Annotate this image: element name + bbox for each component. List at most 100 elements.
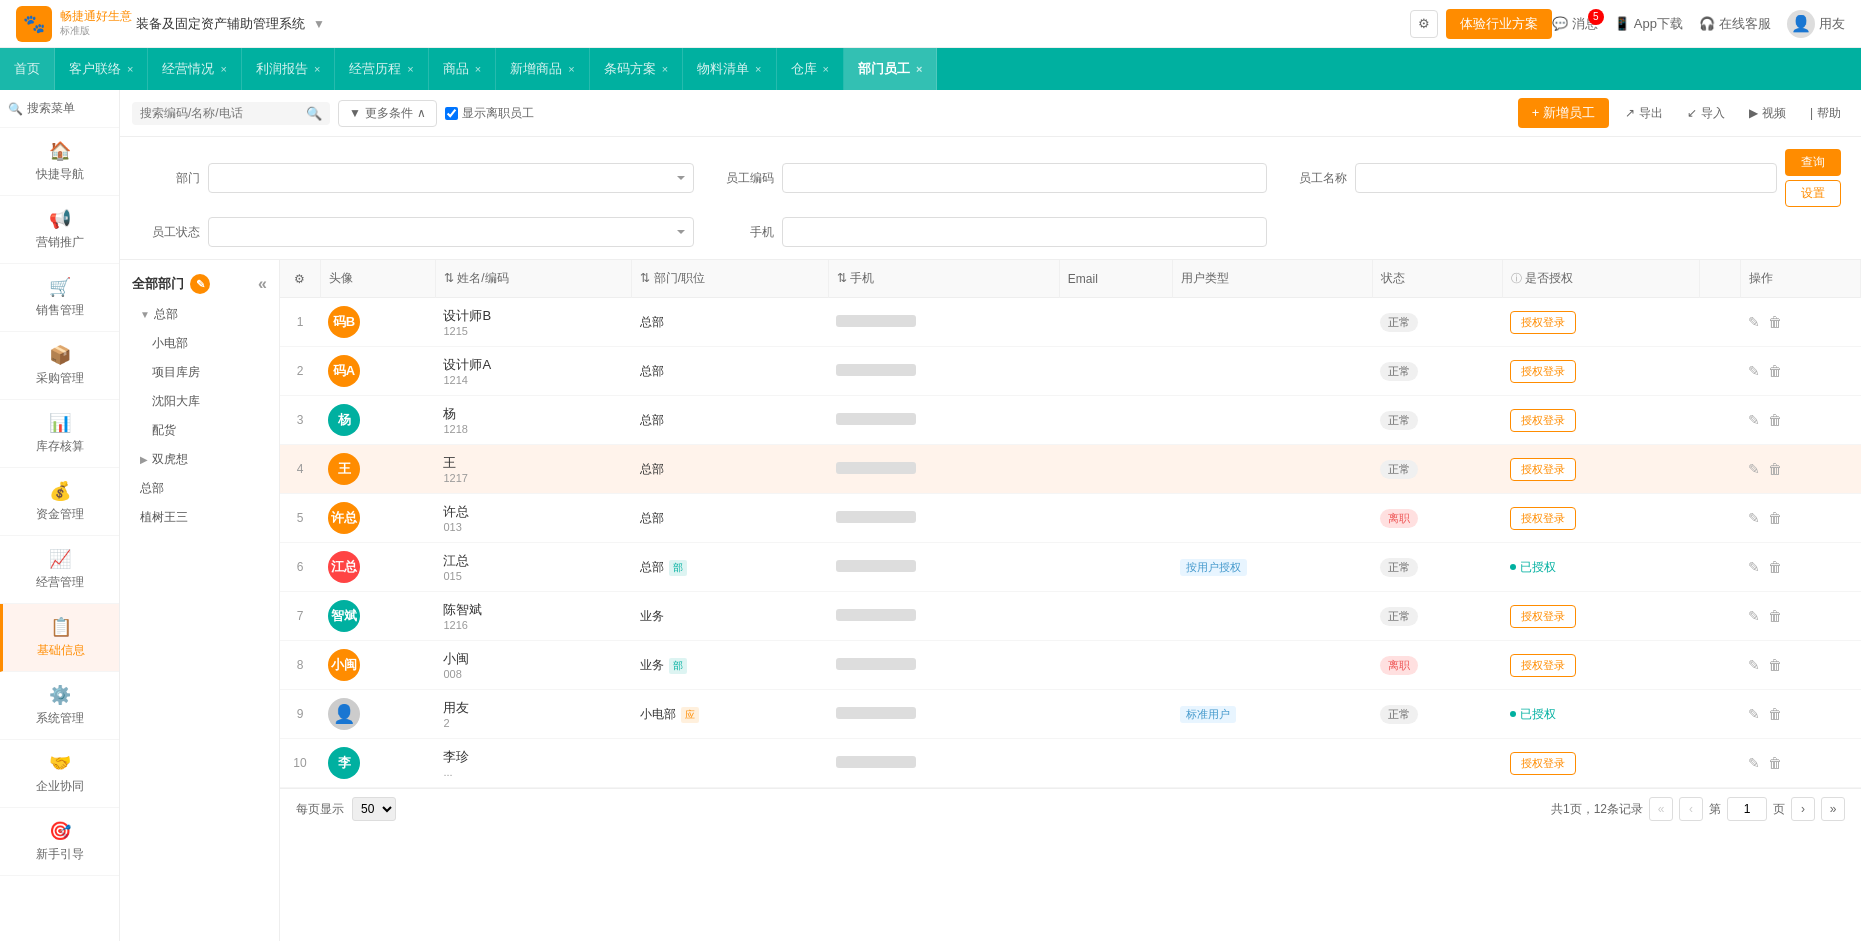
sidebar-item-inventory[interactable]: 📊 库存核算 xyxy=(0,400,119,468)
empstatus-select[interactable] xyxy=(208,217,694,247)
delete-icon[interactable]: 🗑 xyxy=(1768,608,1782,624)
tab-bom[interactable]: 物料清单× xyxy=(683,48,776,90)
sidebar-item-guide[interactable]: 🎯 新手引导 xyxy=(0,808,119,876)
edit-icon[interactable]: ✎ xyxy=(1748,461,1760,477)
tab-department[interactable]: 部门员工× xyxy=(844,48,937,90)
show-resigned-checkbox[interactable]: 显示离职员工 xyxy=(445,105,534,122)
gear-button[interactable]: ⚙ xyxy=(1410,10,1438,38)
per-page-select[interactable]: 50 xyxy=(352,797,396,821)
first-page-btn[interactable]: « xyxy=(1649,797,1673,821)
system-dropdown-arrow[interactable]: ▼ xyxy=(313,17,325,31)
delete-icon[interactable]: 🗑 xyxy=(1768,755,1782,771)
edit-icon[interactable]: ✎ xyxy=(1748,363,1760,379)
prev-page-btn[interactable]: ‹ xyxy=(1679,797,1703,821)
sidebar-item-collab[interactable]: 🤝 企业协同 xyxy=(0,740,119,808)
auth-button[interactable]: 授权登录 xyxy=(1510,605,1576,628)
col-name[interactable]: ⇅ 姓名/编码 xyxy=(435,260,631,298)
sidebar-item-marketing[interactable]: 📢 营销推广 xyxy=(0,196,119,264)
col-settings[interactable]: ⚙ xyxy=(280,260,320,298)
tab-add-goods[interactable]: 新增商品× xyxy=(496,48,589,90)
close-icon[interactable]: × xyxy=(755,63,761,75)
tab-history[interactable]: 经营历程× xyxy=(335,48,428,90)
tab-goods[interactable]: 商品× xyxy=(429,48,496,90)
close-icon[interactable]: × xyxy=(568,63,574,75)
delete-icon[interactable]: 🗑 xyxy=(1768,510,1782,526)
dept-item-distribution[interactable]: 配货 xyxy=(120,416,279,445)
help-btn[interactable]: | 帮助 xyxy=(1802,101,1849,126)
tab-operation[interactable]: 经营情况× xyxy=(148,48,241,90)
search-input[interactable] xyxy=(140,106,300,120)
edit-icon[interactable]: ✎ xyxy=(1748,559,1760,575)
close-icon[interactable]: × xyxy=(916,63,922,75)
user-area[interactable]: 👤 用友 xyxy=(1787,10,1845,38)
dept-item-zongbu[interactable]: 总部 xyxy=(120,474,279,503)
close-icon[interactable]: × xyxy=(823,63,829,75)
add-employee-button[interactable]: + 新增员工 xyxy=(1518,98,1609,128)
import-btn[interactable]: ↙ 导入 xyxy=(1679,101,1733,126)
edit-icon[interactable]: ✎ xyxy=(1748,510,1760,526)
empcode-input[interactable] xyxy=(782,163,1268,193)
delete-icon[interactable]: 🗑 xyxy=(1768,559,1782,575)
edit-icon[interactable]: ✎ xyxy=(1748,314,1760,330)
sidebar-search[interactable]: 🔍 搜索菜单 xyxy=(0,90,119,128)
auth-button[interactable]: 授权登录 xyxy=(1510,507,1576,530)
delete-icon[interactable]: 🗑 xyxy=(1768,314,1782,330)
tab-home[interactable]: 首页 xyxy=(0,48,55,90)
auth-button[interactable]: 授权登录 xyxy=(1510,752,1576,775)
dept-select[interactable] xyxy=(208,163,694,193)
edit-icon[interactable]: ✎ xyxy=(1748,608,1760,624)
col-phone[interactable]: ⇅ 手机 xyxy=(828,260,1059,298)
setting-button[interactable]: 设置 xyxy=(1785,180,1841,207)
sidebar-item-system[interactable]: ⚙️ 系统管理 xyxy=(0,672,119,740)
sidebar-item-quicknav[interactable]: 🏠 快捷导航 xyxy=(0,128,119,196)
export-btn[interactable]: ↗ 导出 xyxy=(1617,101,1671,126)
sidebar-item-purchase[interactable]: 📦 采购管理 xyxy=(0,332,119,400)
dept-item-shuanghu[interactable]: ▶ 双虎想 xyxy=(120,445,279,474)
empname-input[interactable] xyxy=(1355,163,1777,193)
delete-icon[interactable]: 🗑 xyxy=(1768,363,1782,379)
phone-input[interactable] xyxy=(782,217,1268,247)
auth-button[interactable]: 授权登录 xyxy=(1510,458,1576,481)
delete-icon[interactable]: 🗑 xyxy=(1768,461,1782,477)
online-service-btn[interactable]: 🎧 在线客服 xyxy=(1699,15,1771,33)
dept-item-xiaodiandu[interactable]: 小电部 xyxy=(120,329,279,358)
tab-warehouse[interactable]: 仓库× xyxy=(777,48,844,90)
last-page-btn[interactable]: » xyxy=(1821,797,1845,821)
auth-button[interactable]: 授权登录 xyxy=(1510,311,1576,334)
dept-all-label[interactable]: 全部部门 xyxy=(132,275,184,293)
close-icon[interactable]: × xyxy=(127,63,133,75)
delete-icon[interactable]: 🗑 xyxy=(1768,706,1782,722)
dept-item-headquarters-parent[interactable]: ▼ 总部 xyxy=(120,300,279,329)
close-icon[interactable]: × xyxy=(314,63,320,75)
tab-barcode[interactable]: 条码方案× xyxy=(590,48,683,90)
close-icon[interactable]: × xyxy=(407,63,413,75)
edit-icon[interactable]: ✎ xyxy=(1748,412,1760,428)
edit-icon[interactable]: ✎ xyxy=(1748,706,1760,722)
close-icon[interactable]: × xyxy=(220,63,226,75)
view-btn[interactable]: ▶ 视频 xyxy=(1741,101,1794,126)
app-download-btn[interactable]: 📱 App下载 xyxy=(1614,15,1683,33)
collapse-btn[interactable]: « xyxy=(258,275,267,293)
filter-more-btn[interactable]: ▼ 更多条件 ∧ xyxy=(338,100,437,127)
auth-button[interactable]: 授权登录 xyxy=(1510,360,1576,383)
sidebar-item-sales[interactable]: 🛒 销售管理 xyxy=(0,264,119,332)
auth-button[interactable]: 授权登录 xyxy=(1510,409,1576,432)
page-input[interactable] xyxy=(1727,797,1767,821)
try-btn[interactable]: 体验行业方案 xyxy=(1446,9,1552,39)
sidebar-item-finance[interactable]: 💰 资金管理 xyxy=(0,468,119,536)
auth-button[interactable]: 授权登录 xyxy=(1510,654,1576,677)
dept-edit-btn[interactable]: ✎ xyxy=(190,274,210,294)
sidebar-item-basic[interactable]: 📋 基础信息 xyxy=(0,604,119,672)
tab-profit[interactable]: 利润报告× xyxy=(242,48,335,90)
next-page-btn[interactable]: › xyxy=(1791,797,1815,821)
dept-item-shenyang[interactable]: 沈阳大库 xyxy=(120,387,279,416)
query-button[interactable]: 查询 xyxy=(1785,149,1841,176)
dept-item-project[interactable]: 项目库房 xyxy=(120,358,279,387)
dept-item-zhishu[interactable]: 植树王三 xyxy=(120,503,279,532)
close-icon[interactable]: × xyxy=(662,63,668,75)
tab-customer[interactable]: 客户联络× xyxy=(55,48,148,90)
sidebar-item-operation[interactable]: 📈 经营管理 xyxy=(0,536,119,604)
delete-icon[interactable]: 🗑 xyxy=(1768,412,1782,428)
edit-icon[interactable]: ✎ xyxy=(1748,657,1760,673)
edit-icon[interactable]: ✎ xyxy=(1748,755,1760,771)
